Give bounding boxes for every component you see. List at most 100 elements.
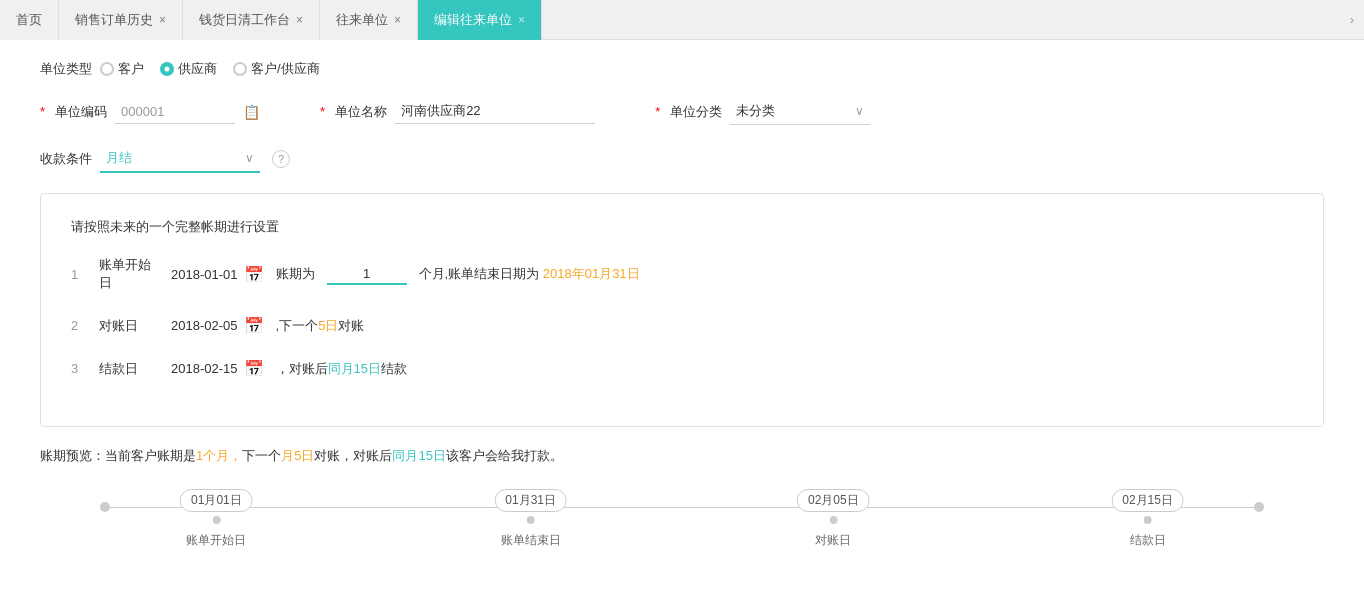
payment-condition-label: 收款条件: [40, 150, 92, 168]
node-1-dot: [212, 516, 220, 524]
period-row-1: 1 账单开始日 2018-01-01 📅 账期为 个月,账单结束日期为 2018…: [71, 256, 1293, 292]
node-3-dot: [829, 516, 837, 524]
payment-condition-field: 收款条件 月结 ∨ ?: [40, 145, 290, 173]
node-4-pill: 02月15日: [1111, 489, 1184, 512]
period-for-label: 账期为: [276, 265, 315, 283]
unit-type-label: 单位类型: [40, 60, 92, 78]
unit-category-value: 未分类: [736, 102, 775, 120]
radio-both-circle: [233, 62, 247, 76]
period-date-2: 2018-02-05 📅: [171, 316, 264, 335]
unit-type-field: 单位类型 客户 供应商 客户/供应商: [40, 60, 320, 78]
radio-supplier-label: 供应商: [178, 60, 217, 78]
payment-help-icon[interactable]: ?: [272, 150, 290, 168]
unit-code-star: *: [40, 104, 45, 119]
unit-category-select[interactable]: 未分类 ∨: [730, 98, 870, 125]
radio-customer-circle: [100, 62, 114, 76]
period-label-1: 账单开始日: [99, 256, 159, 292]
preview-label: 账期预览：当前客户账期是: [40, 448, 196, 463]
period-value-input[interactable]: [327, 264, 407, 285]
node-1-pill: 01月01日: [180, 489, 253, 512]
period-settings-box: 请按照未来的一个完整帐期进行设置 1 账单开始日 2018-01-01 📅 账期…: [40, 193, 1324, 427]
timeline-node-1: 01月01日 账单开始日: [180, 489, 253, 549]
period-num-2: 2: [71, 318, 87, 333]
period-row-3: 3 结款日 2018-02-15 📅 ，对账后同月15日结款: [71, 359, 1293, 378]
period-desc-2: ,下一个5日对账: [276, 317, 365, 335]
timeline-node-4: 02月15日 结款日: [1111, 489, 1184, 549]
unit-name-input[interactable]: [395, 100, 595, 124]
radio-both-label: 客户/供应商: [251, 60, 320, 78]
timeline-end-dot: [1254, 502, 1264, 512]
node-2-dot: [527, 516, 535, 524]
radio-supplier-circle: [160, 62, 174, 76]
period-num-3: 3: [71, 361, 87, 376]
node-3-label: 对账日: [815, 532, 851, 549]
tab-counterpart-close[interactable]: ×: [394, 13, 401, 27]
payment-condition-select[interactable]: 月结 ∨: [100, 145, 260, 173]
radio-both[interactable]: 客户/供应商: [233, 60, 320, 78]
unit-code-label: 单位编码: [55, 103, 107, 121]
payment-condition-chevron: ∨: [245, 151, 254, 165]
unit-code-input[interactable]: [115, 100, 235, 124]
node-2-label: 账单结束日: [501, 532, 561, 549]
tab-edit-counterpart[interactable]: 编辑往来单位 ×: [418, 0, 542, 40]
tab-more-arrow[interactable]: ›: [1340, 12, 1364, 27]
preview-part2-suffix: 对账，对账后: [314, 448, 392, 463]
node-4-dot: [1144, 516, 1152, 524]
timeline-node-2: 01月31日 账单结束日: [494, 489, 567, 549]
radio-customer[interactable]: 客户: [100, 60, 144, 78]
tab-cash-work-label: 钱货日清工作台: [199, 11, 290, 29]
tabs-bar: 首页 销售订单历史 × 钱货日清工作台 × 往来单位 × 编辑往来单位 × ›: [0, 0, 1364, 40]
period-row-2: 2 对账日 2018-02-05 📅 ,下一个5日对账: [71, 316, 1293, 335]
tab-edit-counterpart-label: 编辑往来单位: [434, 11, 512, 29]
preview-part3: 同月15日: [392, 448, 445, 463]
unit-name-star: *: [320, 104, 325, 119]
period-settings-title: 请按照未来的一个完整帐期进行设置: [71, 218, 1293, 236]
tab-sales-history-close[interactable]: ×: [159, 13, 166, 27]
radio-customer-label: 客户: [118, 60, 144, 78]
unit-category-field: * 单位分类 未分类 ∨: [655, 98, 870, 125]
calendar-icon-2[interactable]: 📅: [244, 316, 264, 335]
period-date-1: 2018-01-01 📅: [171, 265, 264, 284]
unit-code-field: * 单位编码 📋: [40, 100, 260, 124]
unit-name-label: 单位名称: [335, 103, 387, 121]
unit-category-label: 单位分类: [670, 103, 722, 121]
unit-info-row: * 单位编码 📋 * 单位名称 * 单位分类 未分类 ∨: [40, 98, 1324, 125]
period-date-value-1: 2018-01-01: [171, 267, 238, 282]
node-3-pill: 02月05日: [797, 489, 870, 512]
radio-supplier[interactable]: 供应商: [160, 60, 217, 78]
node-4-label: 结款日: [1130, 532, 1166, 549]
timeline-line: [100, 507, 1264, 508]
period-unit-text: 个月,账单结束日期为 2018年01月31日: [419, 265, 640, 283]
tab-cash-work[interactable]: 钱货日清工作台 ×: [183, 0, 320, 40]
unit-type-row: 单位类型 客户 供应商 客户/供应商: [40, 60, 1324, 78]
unit-name-field: * 单位名称: [320, 100, 595, 124]
copy-icon[interactable]: 📋: [243, 104, 260, 120]
timeline-start-dot: [100, 502, 110, 512]
payment-condition-value: 月结: [106, 149, 132, 167]
tab-sales-history-label: 销售订单历史: [75, 11, 153, 29]
tab-edit-counterpart-close[interactable]: ×: [518, 13, 525, 27]
timeline-wrapper: 01月01日 账单开始日 01月31日 账单结束日 02月05日 对账日: [100, 489, 1264, 569]
preview-part2: 月5日: [281, 448, 314, 463]
preview-part3-suffix: 该客户会给我打款。: [446, 448, 563, 463]
tab-home[interactable]: 首页: [0, 0, 59, 40]
timeline: 01月01日 账单开始日 01月31日 账单结束日 02月05日 对账日: [40, 489, 1324, 589]
main-content: 单位类型 客户 供应商 客户/供应商 * 单位编码: [0, 40, 1364, 608]
period-date-value-2: 2018-02-05: [171, 318, 238, 333]
node-1-label: 账单开始日: [186, 532, 246, 549]
timeline-node-3: 02月05日 对账日: [797, 489, 870, 549]
preview-part1-suffix: 下一个: [242, 448, 281, 463]
tab-home-label: 首页: [16, 11, 42, 29]
unit-category-star: *: [655, 104, 660, 119]
period-desc-3: ，对账后同月15日结款: [276, 360, 407, 378]
tab-counterpart[interactable]: 往来单位 ×: [320, 0, 418, 40]
tab-sales-history[interactable]: 销售订单历史 ×: [59, 0, 183, 40]
period-label-3: 结款日: [99, 360, 159, 378]
calendar-icon-3[interactable]: 📅: [244, 359, 264, 378]
tab-counterpart-label: 往来单位: [336, 11, 388, 29]
period-date-3: 2018-02-15 📅: [171, 359, 264, 378]
calendar-icon-1[interactable]: 📅: [244, 265, 264, 284]
tab-cash-work-close[interactable]: ×: [296, 13, 303, 27]
payment-row: 收款条件 月结 ∨ ?: [40, 145, 1324, 173]
unit-category-chevron: ∨: [855, 104, 864, 118]
